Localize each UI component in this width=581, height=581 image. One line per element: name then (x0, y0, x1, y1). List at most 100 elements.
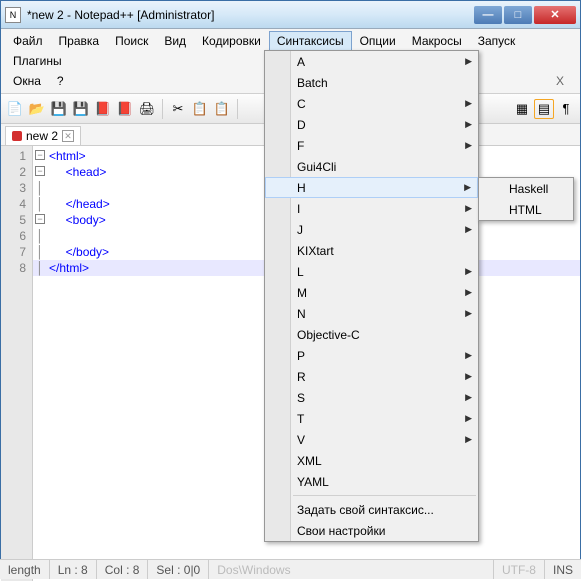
menu-item-label: HTML (509, 203, 542, 217)
syntax-menu: A▶BatchC▶D▶F▶Gui4CliH▶I▶J▶KIXtartL▶M▶N▶O… (264, 50, 479, 542)
save-icon[interactable]: 💾 (49, 99, 69, 119)
code-text: </body> (49, 244, 109, 260)
status-bar: length Ln : 8 Col : 8 Sel : 0|0 Dos\Wind… (0, 559, 581, 579)
fold-line-icon: │ (35, 260, 45, 276)
menu-help[interactable]: ? (49, 71, 72, 91)
menu-separator (293, 495, 476, 496)
unsaved-icon (12, 131, 22, 141)
open-file-icon[interactable]: 📂 (27, 99, 47, 119)
tab-close-icon[interactable]: ✕ (62, 130, 74, 142)
menu-item-i[interactable]: I▶ (265, 198, 478, 219)
submenu-arrow-icon: ▶ (465, 434, 472, 445)
close-button[interactable]: ✕ (534, 6, 576, 24)
code-text: </html> (49, 260, 89, 276)
menu-file[interactable]: Файл (5, 31, 51, 51)
menu-item-j[interactable]: J▶ (265, 219, 478, 240)
menu-item-define[interactable]: Задать свой синтаксис... (265, 499, 478, 520)
menu-item-label: L (297, 265, 304, 279)
menu-item-h[interactable]: H▶ (265, 177, 478, 198)
menu-item-t[interactable]: T▶ (265, 408, 478, 429)
menu-item-c[interactable]: C▶ (265, 93, 478, 114)
submenu-arrow-icon: ▶ (465, 56, 472, 67)
save-all-icon[interactable]: 💾 (71, 99, 91, 119)
menu-item-s[interactable]: S▶ (265, 387, 478, 408)
copy-icon[interactable]: 📋 (190, 99, 210, 119)
menu-edit[interactable]: Правка (51, 31, 108, 51)
menu-item-gui4cli[interactable]: Gui4Cli (265, 156, 478, 177)
menu-item-n[interactable]: N▶ (265, 303, 478, 324)
menu-item-v[interactable]: V▶ (265, 429, 478, 450)
menu-item-label: I (297, 202, 300, 216)
submenu-arrow-icon: ▶ (465, 266, 472, 277)
menu-item-objective-c[interactable]: Objective-C (265, 324, 478, 345)
menu-run[interactable]: Запуск (470, 31, 524, 51)
paste-icon[interactable]: 📋 (212, 99, 232, 119)
toggle-icon[interactable]: ▦ (512, 99, 532, 119)
menu-macros[interactable]: Макросы (404, 31, 470, 51)
menu-item-r[interactable]: R▶ (265, 366, 478, 387)
menu-item-kixtart[interactable]: KIXtart (265, 240, 478, 261)
menu-syntax[interactable]: Синтаксисы (269, 31, 352, 51)
window-title: *new 2 - Notepad++ [Administrator] (27, 8, 474, 22)
new-file-icon[interactable]: 📄 (5, 99, 25, 119)
cut-icon[interactable]: ✂ (168, 99, 188, 119)
status-col: Col : 8 (97, 560, 149, 579)
separator (162, 99, 163, 119)
line-gutter: 12345678 (1, 146, 33, 581)
menu-item-own[interactable]: Свои настройки (265, 520, 478, 541)
menu-windows[interactable]: Окна (5, 71, 49, 91)
menu-item-label: N (297, 307, 306, 321)
line-number: 1 (1, 148, 32, 164)
mdi-close[interactable]: X (550, 71, 570, 91)
menu-item-label: Задать свой синтаксис... (297, 503, 434, 517)
fold-toggle-icon[interactable]: − (35, 166, 45, 176)
submenu-arrow-icon: ▶ (465, 350, 472, 361)
status-length: length (0, 560, 50, 579)
fold-toggle-icon[interactable]: − (35, 214, 45, 224)
menu-item-label: P (297, 349, 305, 363)
menu-encoding[interactable]: Кодировки (194, 31, 269, 51)
menu-item-label: V (297, 433, 305, 447)
separator (237, 99, 238, 119)
menu-options[interactable]: Опции (352, 31, 404, 51)
menu-item-haskell[interactable]: Haskell (479, 178, 573, 199)
line-number: 7 (1, 244, 32, 260)
menu-item-yaml[interactable]: YAML (265, 471, 478, 492)
minimize-button[interactable]: — (474, 6, 502, 24)
wrap-icon[interactable]: ▤ (534, 99, 554, 119)
menu-item-label: Objective-C (297, 328, 360, 342)
code-text: </head> (49, 196, 110, 212)
tab-new-2[interactable]: new 2 ✕ (5, 126, 81, 145)
menu-item-d[interactable]: D▶ (265, 114, 478, 135)
submenu-arrow-icon: ▶ (465, 203, 472, 214)
syntax-submenu-h: Haskell HTML (478, 177, 574, 221)
submenu-arrow-icon: ▶ (465, 413, 472, 424)
print-icon[interactable]: 🖨 (137, 99, 157, 119)
menu-item-l[interactable]: L▶ (265, 261, 478, 282)
menu-item-m[interactable]: M▶ (265, 282, 478, 303)
close-all-icon[interactable]: 📕 (115, 99, 135, 119)
code-text: <html> (49, 148, 86, 164)
indent-icon[interactable]: ¶ (556, 99, 576, 119)
menu-item-p[interactable]: P▶ (265, 345, 478, 366)
menu-item-f[interactable]: F▶ (265, 135, 478, 156)
line-number: 3 (1, 180, 32, 196)
menu-item-label: M (297, 286, 307, 300)
submenu-arrow-icon: ▶ (465, 98, 472, 109)
menu-item-html[interactable]: HTML (479, 199, 573, 220)
maximize-button[interactable]: □ (504, 6, 532, 24)
close-file-icon[interactable]: 📕 (93, 99, 113, 119)
menu-item-label: A (297, 55, 305, 69)
submenu-arrow-icon: ▶ (465, 287, 472, 298)
menu-search[interactable]: Поиск (107, 31, 156, 51)
menu-plugins[interactable]: Плагины (5, 51, 70, 71)
submenu-arrow-icon: ▶ (465, 140, 472, 151)
menu-view[interactable]: Вид (156, 31, 194, 51)
menu-item-xml[interactable]: XML (265, 450, 478, 471)
menu-item-a[interactable]: A▶ (265, 51, 478, 72)
fold-line-icon: │ (35, 228, 45, 244)
fold-line-icon: │ (35, 196, 45, 212)
menu-item-label: T (297, 412, 304, 426)
menu-item-batch[interactable]: Batch (265, 72, 478, 93)
fold-toggle-icon[interactable]: − (35, 150, 45, 160)
